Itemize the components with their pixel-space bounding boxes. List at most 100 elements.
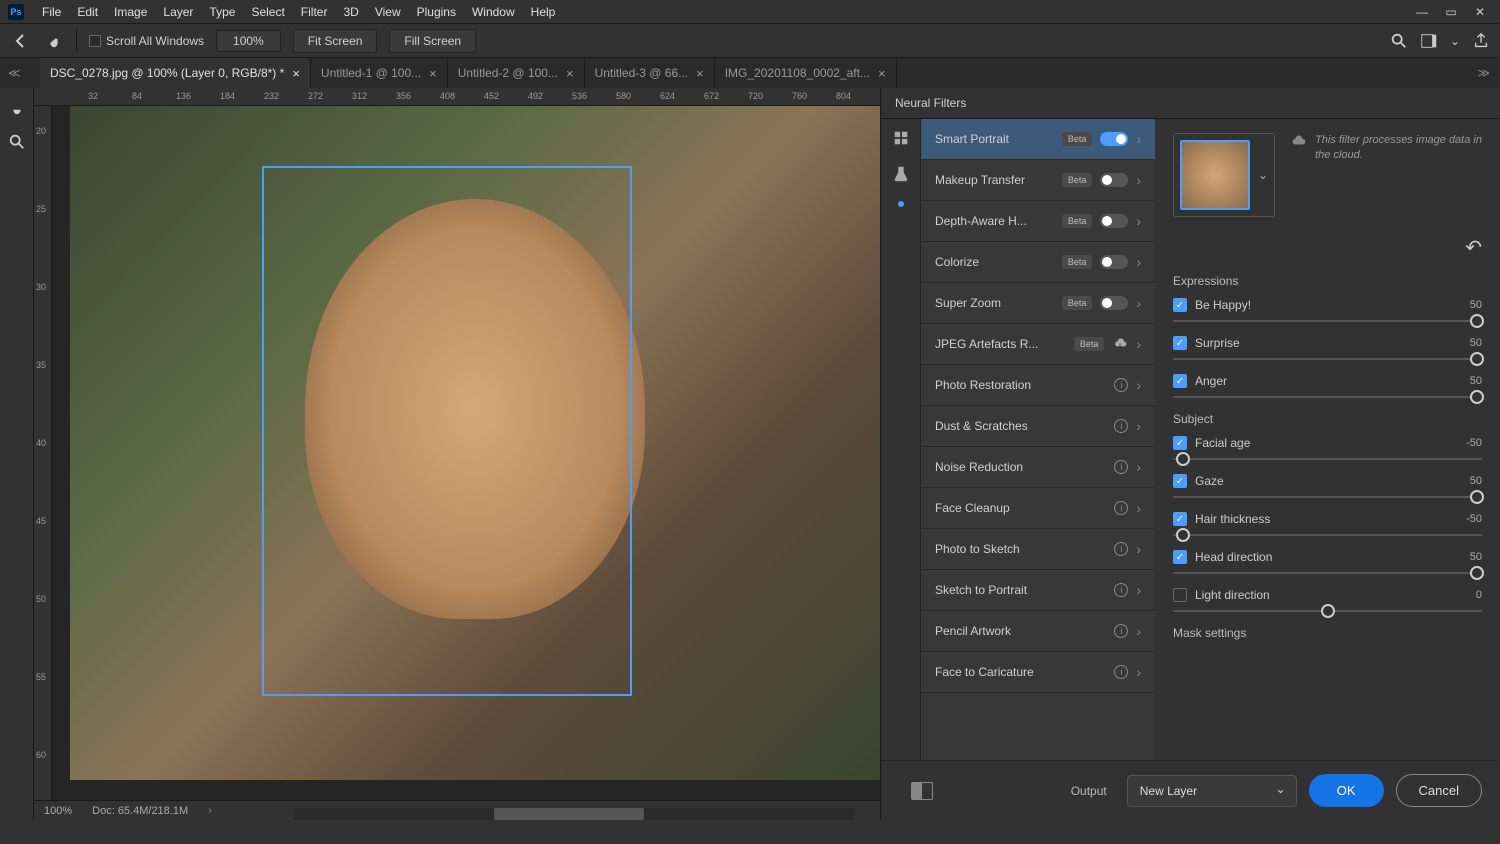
close-icon[interactable]: ✕ <box>1473 5 1487 19</box>
filter-super-zoom[interactable]: Super ZoomBeta› <box>921 283 1155 324</box>
menu-filter[interactable]: Filter <box>293 2 336 22</box>
toggle-icon[interactable] <box>1100 214 1128 228</box>
beta-icon[interactable] <box>892 165 910 183</box>
slider-track[interactable] <box>1173 610 1482 612</box>
info-icon[interactable]: i <box>1114 665 1128 679</box>
zoom-tool-icon[interactable] <box>5 130 29 154</box>
menu-select[interactable]: Select <box>243 2 292 22</box>
tab-untitled1[interactable]: Untitled-1 @ 100...× <box>311 58 448 88</box>
search-icon[interactable] <box>1390 32 1408 50</box>
chevron-right-icon[interactable]: › <box>1136 172 1141 188</box>
menu-edit[interactable]: Edit <box>69 2 106 22</box>
toggle-icon[interactable] <box>1100 132 1128 146</box>
checkbox-icon[interactable]: ✓ <box>1173 374 1187 388</box>
tab-close-icon[interactable]: × <box>696 66 704 81</box>
fit-screen-button[interactable]: Fit Screen <box>293 29 378 53</box>
tab-close-icon[interactable]: × <box>429 66 437 81</box>
image-canvas[interactable] <box>52 106 880 800</box>
chevron-right-icon[interactable]: › <box>1136 131 1141 147</box>
filter-dust-scratches[interactable]: Dust & Scratchesi› <box>921 406 1155 447</box>
slider-thumb[interactable] <box>1470 490 1484 504</box>
featured-icon[interactable] <box>892 129 910 147</box>
slider-thumb[interactable] <box>1321 604 1335 618</box>
chevron-right-icon[interactable]: › <box>1136 295 1141 311</box>
info-icon[interactable]: i <box>1114 460 1128 474</box>
tab-untitled3[interactable]: Untitled-3 @ 66...× <box>585 58 715 88</box>
slider-thumb[interactable] <box>1176 528 1190 542</box>
info-icon[interactable]: i <box>1114 583 1128 597</box>
info-icon[interactable]: i <box>1114 624 1128 638</box>
menu-window[interactable]: Window <box>464 2 523 22</box>
filter-face-cleanup[interactable]: Face Cleanupi› <box>921 488 1155 529</box>
fill-screen-button[interactable]: Fill Screen <box>389 29 476 53</box>
chevron-right-icon[interactable]: › <box>1136 418 1141 434</box>
slider-thumb[interactable] <box>1470 390 1484 404</box>
chevron-right-icon[interactable]: › <box>1136 623 1141 639</box>
tab-scroll-left-icon[interactable]: ≪ <box>8 66 21 80</box>
menu-layer[interactable]: Layer <box>155 2 201 22</box>
info-icon[interactable]: i <box>1114 419 1128 433</box>
share-icon[interactable] <box>1472 32 1490 50</box>
menu-3d[interactable]: 3D <box>335 2 366 22</box>
chevron-right-icon[interactable]: › <box>1136 664 1141 680</box>
ok-button[interactable]: OK <box>1309 774 1384 807</box>
checkbox-icon[interactable] <box>89 35 101 47</box>
filter-noise-reduction[interactable]: Noise Reductioni› <box>921 447 1155 488</box>
hand-tool-icon[interactable] <box>44 31 64 51</box>
checkbox-icon[interactable]: ✓ <box>1173 436 1187 450</box>
info-icon[interactable]: i <box>1114 378 1128 392</box>
checkbox-icon[interactable]: ✓ <box>1173 298 1187 312</box>
checkbox-icon[interactable] <box>1173 588 1187 602</box>
scrollbar-horizontal[interactable] <box>294 808 854 820</box>
chevron-down-icon[interactable]: ⌄ <box>1258 168 1268 182</box>
menu-image[interactable]: Image <box>106 2 155 22</box>
slider-thumb[interactable] <box>1470 352 1484 366</box>
chevron-right-icon[interactable]: › <box>1136 500 1141 516</box>
status-chevron-icon[interactable]: › <box>208 805 212 817</box>
filter-depth-aware-h-[interactable]: Depth-Aware H...Beta› <box>921 201 1155 242</box>
home-back-icon[interactable] <box>10 30 32 52</box>
chevron-right-icon[interactable]: › <box>1136 336 1141 352</box>
preview-mask-icon[interactable] <box>911 782 933 800</box>
menu-file[interactable]: File <box>34 2 69 22</box>
workspace-chevron-icon[interactable]: ⌄ <box>1450 34 1460 48</box>
slider-track[interactable] <box>1173 458 1482 460</box>
chevron-right-icon[interactable]: › <box>1136 213 1141 229</box>
tab-img2020[interactable]: IMG_20201108_0002_aft...× <box>715 58 897 88</box>
zoom-level[interactable]: 100% <box>216 30 281 52</box>
filter-jpeg-artefacts-r-[interactable]: JPEG Artefacts R...Beta› <box>921 324 1155 365</box>
cloud-download-icon[interactable] <box>1112 337 1128 351</box>
menu-plugins[interactable]: Plugins <box>409 2 464 22</box>
toggle-icon[interactable] <box>1100 173 1128 187</box>
menu-type[interactable]: Type <box>201 2 243 22</box>
slider-track[interactable] <box>1173 496 1482 498</box>
slider-track[interactable] <box>1173 320 1482 322</box>
face-selector[interactable]: ⌄ <box>1173 133 1275 217</box>
slider-thumb[interactable] <box>1470 566 1484 580</box>
checkbox-icon[interactable]: ✓ <box>1173 550 1187 564</box>
info-icon[interactable]: i <box>1114 542 1128 556</box>
slider-track[interactable] <box>1173 396 1482 398</box>
tab-dsc0278[interactable]: DSC_0278.jpg @ 100% (Layer 0, RGB/8*) *× <box>40 58 311 88</box>
filter-photo-restoration[interactable]: Photo Restorationi› <box>921 365 1155 406</box>
tab-close-icon[interactable]: × <box>878 66 886 81</box>
checkbox-icon[interactable]: ✓ <box>1173 512 1187 526</box>
chevron-right-icon[interactable]: › <box>1136 254 1141 270</box>
tab-untitled2[interactable]: Untitled-2 @ 100...× <box>448 58 585 88</box>
slider-track[interactable] <box>1173 358 1482 360</box>
filter-makeup-transfer[interactable]: Makeup TransferBeta› <box>921 160 1155 201</box>
maximize-icon[interactable]: ▭ <box>1444 5 1458 19</box>
menu-help[interactable]: Help <box>523 2 564 22</box>
cancel-button[interactable]: Cancel <box>1396 774 1482 807</box>
tab-close-icon[interactable]: × <box>566 66 574 81</box>
face-selection-box[interactable] <box>262 166 632 696</box>
slider-thumb[interactable] <box>1470 314 1484 328</box>
scrollbar-thumb[interactable] <box>494 808 644 820</box>
filter-pencil-artwork[interactable]: Pencil Artworki› <box>921 611 1155 652</box>
reset-icon[interactable]: ↶ <box>1465 237 1482 259</box>
workspace-icon[interactable] <box>1420 32 1438 50</box>
slider-track[interactable] <box>1173 534 1482 536</box>
toggle-icon[interactable] <box>1100 296 1128 310</box>
tab-close-icon[interactable]: × <box>292 66 300 81</box>
slider-thumb[interactable] <box>1176 452 1190 466</box>
